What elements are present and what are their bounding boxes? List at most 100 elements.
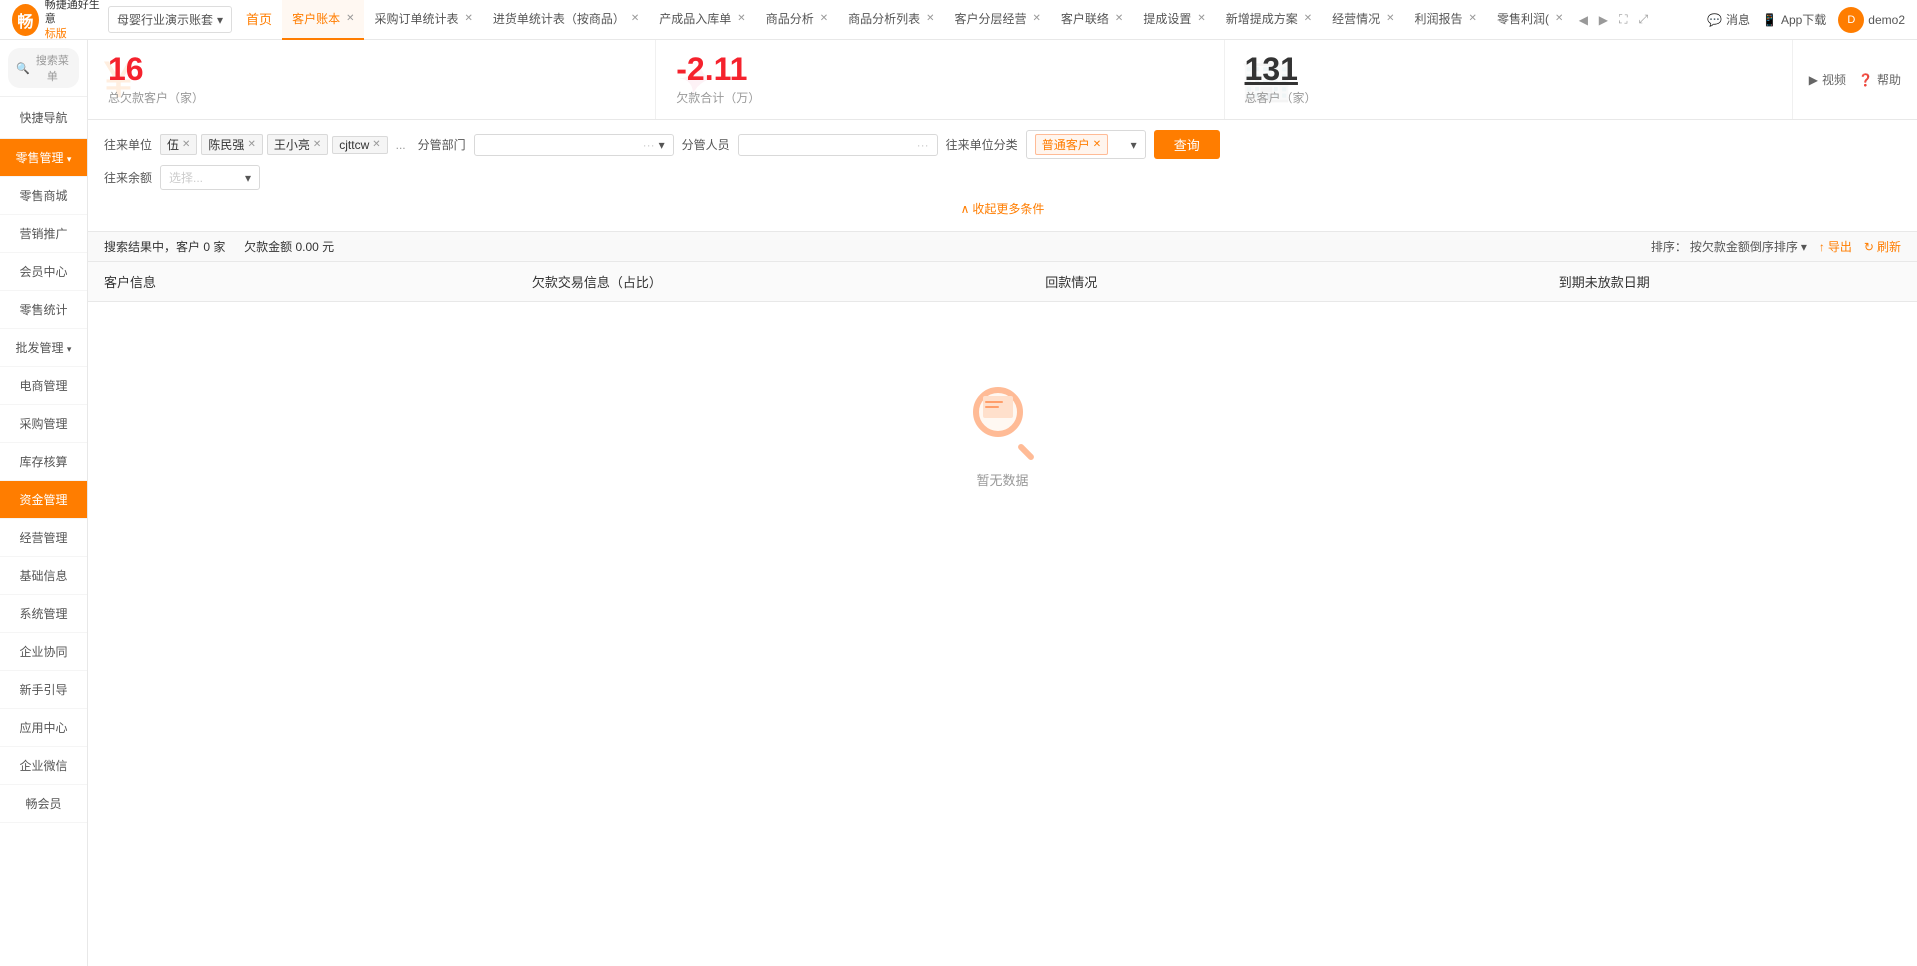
sidebar-item-retail-management[interactable]: 零售管理 ▾ xyxy=(0,139,87,177)
remove-tag-3-button[interactable]: ✕ xyxy=(313,139,321,150)
sidebar-item-member-center[interactable]: 会员中心 xyxy=(0,253,87,291)
help-button[interactable]: ❓ 帮助 xyxy=(1858,71,1901,88)
tab-accounts-receivable[interactable]: 客户账本 ✕ xyxy=(282,0,364,40)
tab-goods-analysis[interactable]: 商品分析 ✕ xyxy=(756,0,838,40)
sidebar-item-basic-info[interactable]: 基础信息 xyxy=(0,557,87,595)
sidebar-item-vip-member[interactable]: 畅会员 xyxy=(0,785,87,823)
filter-tag-3: 王小亮 ✕ xyxy=(267,134,328,155)
sidebar-item-inventory-check[interactable]: 库存核算 xyxy=(0,443,87,481)
top-right: 💬 消息 📱 App下载 D demo2 xyxy=(1707,7,1905,33)
chevron-down-icon: ▾ xyxy=(659,138,665,152)
tab-profit-report[interactable]: 利润报告 ✕ xyxy=(1405,0,1487,40)
export-button[interactable]: ↑ 导出 xyxy=(1819,238,1852,255)
sidebar: 🔍 搜索菜单 快捷导航 零售管理 ▾ 零售商城 营销推广 会员中心 零售统计 批… xyxy=(0,40,88,966)
sidebar-item-funds-mgmt[interactable]: 资金管理 xyxy=(0,481,87,519)
tab-new-promotion[interactable]: 新增提成方案 ✕ xyxy=(1216,0,1322,40)
more-tags-button[interactable]: ... xyxy=(392,137,410,153)
close-tab-icon[interactable]: ✕ xyxy=(1469,13,1477,24)
filter-tag-4: cjttcw ✕ xyxy=(332,136,387,154)
result-actions: 排序： 按欠款金额倒序排序 ▾ ↑ 导出 ↻ 刷新 xyxy=(1651,238,1901,255)
refresh-button[interactable]: ↻ 刷新 xyxy=(1864,238,1901,255)
stat-total-debt-amount: ✦ -2.11 欠款合计（万） xyxy=(656,40,1224,119)
tab-purchase-order-stats[interactable]: 采购订单统计表 ✕ xyxy=(364,0,482,40)
app-download-button[interactable]: 📱 App下载 xyxy=(1762,11,1826,28)
avatar: D xyxy=(1838,7,1864,33)
close-tab-icon[interactable]: ✕ xyxy=(1304,13,1312,24)
collapse-filter-button[interactable]: ∧ 收起更多条件 xyxy=(961,196,1045,221)
close-tab-icon[interactable]: ✕ xyxy=(631,13,639,24)
filter-tag-1: 伍 ✕ xyxy=(160,134,197,155)
tab-operations[interactable]: 经营情况 ✕ xyxy=(1322,0,1404,40)
empty-state: 暂无数据 xyxy=(88,302,1917,569)
dept-filter-label: 分管部门 xyxy=(418,136,466,153)
remove-tag-2-button[interactable]: ✕ xyxy=(247,139,255,150)
sidebar-item-retail-stats[interactable]: 零售统计 xyxy=(0,291,87,329)
tab-home[interactable]: 首页 xyxy=(236,0,282,40)
column-overdue-date: 到期未放款日期 xyxy=(1559,272,1901,291)
sidebar-item-enterprise-wechat[interactable]: 企业微信 xyxy=(0,747,87,785)
close-tab-icon[interactable]: ✕ xyxy=(1197,13,1205,24)
close-tab-icon[interactable]: ✕ xyxy=(464,13,472,24)
tabs-scroll-right[interactable]: ▶ xyxy=(1593,10,1613,30)
query-button[interactable]: 查询 xyxy=(1154,130,1220,159)
logo-text: 畅捷通好生意 标版 xyxy=(45,0,100,41)
remove-tag-1-button[interactable]: ✕ xyxy=(182,139,190,150)
chevron-down-icon: ▾ xyxy=(245,171,251,185)
tab-retail-profit[interactable]: 零售利润( ✕ xyxy=(1487,0,1573,40)
sidebar-search-area: 🔍 搜索菜单 xyxy=(0,40,87,97)
close-tab-icon[interactable]: ✕ xyxy=(1386,13,1394,24)
sidebar-item-new-guide[interactable]: 新手引导 xyxy=(0,671,87,709)
search-menu-button[interactable]: 🔍 搜索菜单 xyxy=(8,48,79,88)
close-tab-icon[interactable]: ✕ xyxy=(1115,13,1123,24)
messages-button[interactable]: 💬 消息 xyxy=(1707,11,1750,28)
quick-nav-button[interactable]: 快捷导航 xyxy=(8,105,79,130)
tabs-fullscreen[interactable]: ⤢ xyxy=(1633,10,1653,30)
category-filter-label: 往来单位分类 xyxy=(946,136,1018,153)
manager-filter-select[interactable]: ··· xyxy=(738,134,938,156)
filter-bar: 往来单位 伍 ✕ 陈民强 ✕ 王小亮 ✕ cjttcw xyxy=(88,120,1917,232)
close-tab-icon[interactable]: ✕ xyxy=(346,13,354,24)
sort-select[interactable]: 排序： 按欠款金额倒序排序 ▾ xyxy=(1651,238,1807,255)
close-tab-icon[interactable]: ✕ xyxy=(1555,13,1563,24)
tab-customer-tier[interactable]: 客户分层经营 ✕ xyxy=(945,0,1051,40)
category-filter-select[interactable]: 普通客户 ✕ ▾ xyxy=(1026,130,1146,159)
sidebar-item-system-mgmt[interactable]: 系统管理 xyxy=(0,595,87,633)
stat-customers-label: 总客户（家） xyxy=(1245,89,1317,106)
tab-promotion-settings[interactable]: 提成设置 ✕ xyxy=(1133,0,1215,40)
balance-filter-input[interactable]: 选择... ▾ xyxy=(160,165,260,190)
tabs-expand[interactable]: ⛶ xyxy=(1613,10,1633,30)
user-menu-button[interactable]: D demo2 xyxy=(1838,7,1905,33)
store-filter-label: 往来单位 xyxy=(104,136,152,153)
sidebar-item-enterprise-coop[interactable]: 企业协同 xyxy=(0,633,87,671)
sidebar-item-retail-mall[interactable]: 零售商城 xyxy=(0,177,87,215)
sidebar-item-purchase-mgmt[interactable]: 采购管理 xyxy=(0,405,87,443)
close-tab-icon[interactable]: ✕ xyxy=(926,13,934,24)
tab-instock-stats[interactable]: 进货单统计表（按商品） ✕ xyxy=(483,0,649,40)
close-tab-icon[interactable]: ✕ xyxy=(1033,13,1041,24)
download-icon: 📱 xyxy=(1762,13,1777,27)
remove-category-tag-button[interactable]: ✕ xyxy=(1093,139,1101,150)
sidebar-item-wholesale-mgmt[interactable]: 批发管理 ▾ xyxy=(0,329,87,367)
close-tab-icon[interactable]: ✕ xyxy=(820,13,828,24)
quick-nav-area: 快捷导航 xyxy=(0,97,87,139)
message-icon: 💬 xyxy=(1707,13,1722,27)
category-tag-selected: 普通客户 ✕ xyxy=(1035,134,1108,155)
filter-row-2: 往来余额 选择... ▾ xyxy=(104,165,1901,190)
sidebar-item-ecommerce-mgmt[interactable]: 电商管理 xyxy=(0,367,87,405)
video-help-button[interactable]: ▶ 视频 xyxy=(1809,71,1846,88)
close-tab-icon[interactable]: ✕ xyxy=(737,13,745,24)
sidebar-item-app-center[interactable]: 应用中心 xyxy=(0,709,87,747)
tab-goods-analysis-list[interactable]: 商品分析列表 ✕ xyxy=(838,0,944,40)
sidebar-item-marketing[interactable]: 营销推广 xyxy=(0,215,87,253)
tab-production-instock[interactable]: 产成品入库单 ✕ xyxy=(649,0,755,40)
tabs-scroll-left[interactable]: ◀ xyxy=(1573,10,1593,30)
tab-customer-contact[interactable]: 客户联络 ✕ xyxy=(1051,0,1133,40)
workspace-selector[interactable]: 母婴行业演示账套 ▾ xyxy=(108,6,232,33)
column-debt-info: 欠款交易信息（占比） xyxy=(532,272,1045,291)
remove-tag-4-button[interactable]: ✕ xyxy=(372,139,380,150)
result-bar: 搜索结果中，客户 0 家 欠款金额 0.00 元 排序： 按欠款金额倒序排序 ▾… xyxy=(88,232,1917,262)
chevron-up-icon: ∧ xyxy=(961,202,970,216)
stats-actions: ▶ 视频 ❓ 帮助 xyxy=(1793,40,1917,119)
sidebar-item-operations-mgmt[interactable]: 经营管理 xyxy=(0,519,87,557)
dept-filter-select[interactable]: ··· ▾ xyxy=(474,134,674,156)
